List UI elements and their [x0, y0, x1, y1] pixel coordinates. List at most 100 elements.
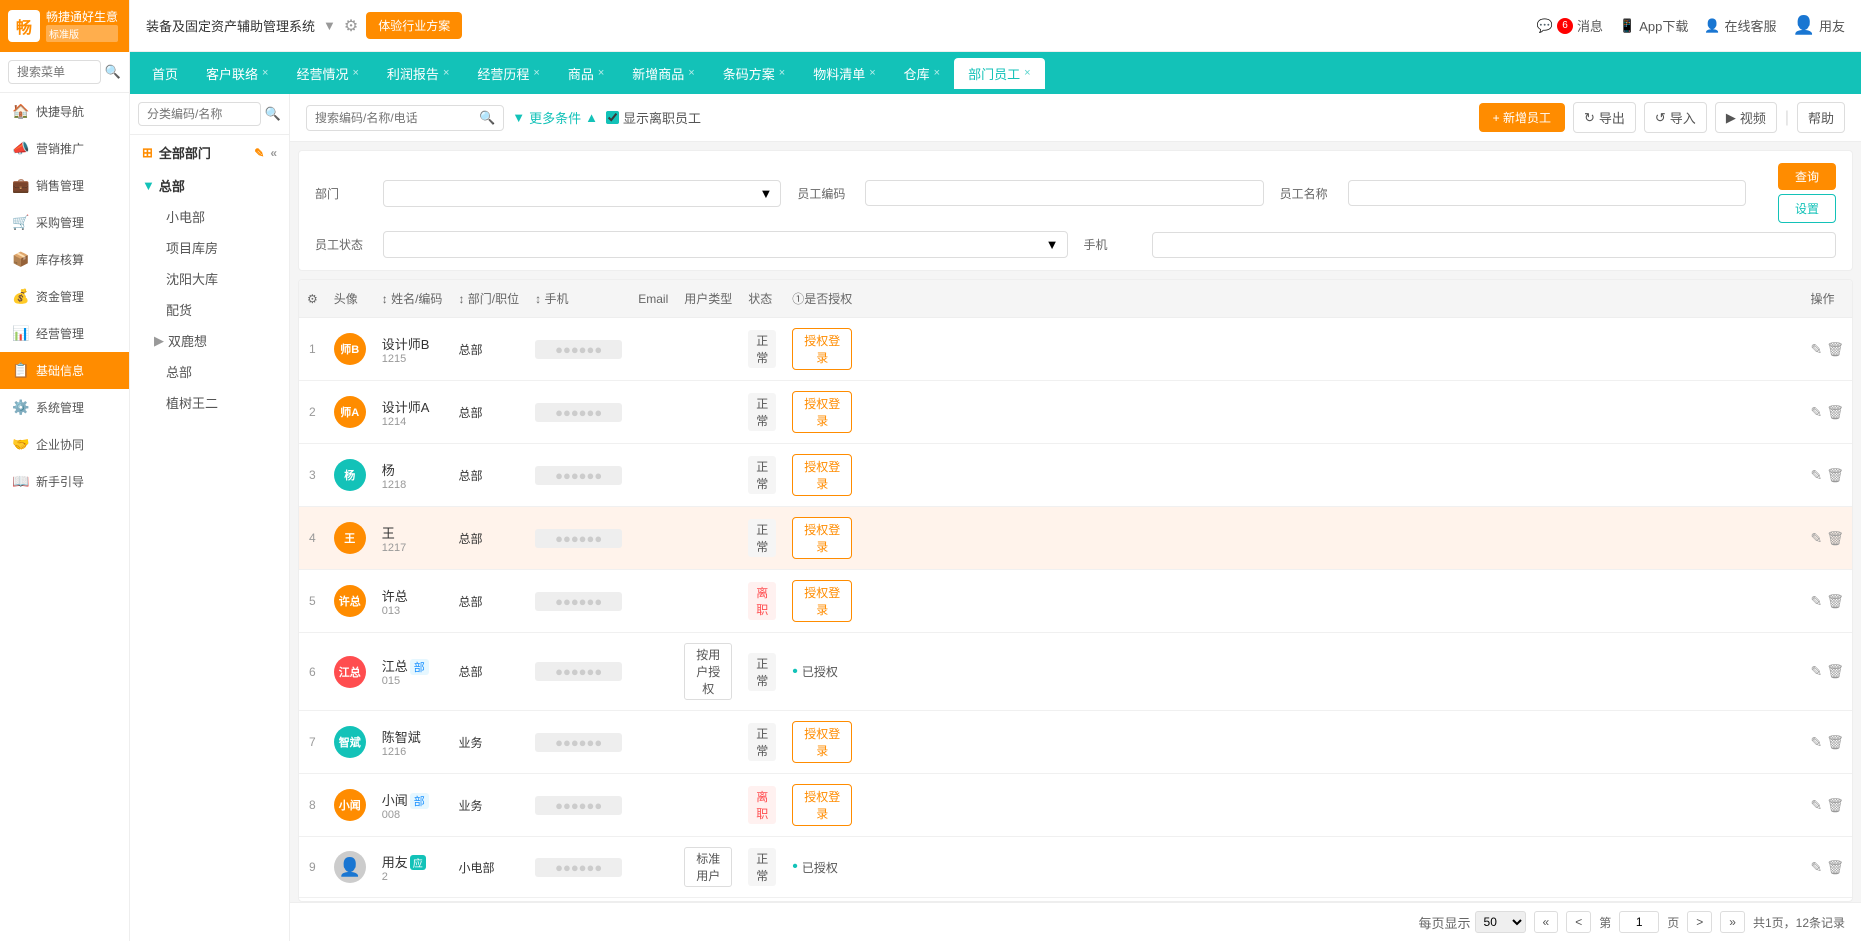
auth-btn[interactable]: 授权登录: [792, 721, 852, 763]
edit-btn[interactable]: ✎: [1810, 593, 1822, 610]
tab-barcode[interactable]: 条码方案×: [709, 58, 799, 89]
delete-btn[interactable]: 🗑: [1826, 734, 1844, 751]
close-icon[interactable]: ×: [688, 67, 694, 79]
tree-search-input[interactable]: [138, 102, 261, 126]
tab-department[interactable]: 部门员工×: [954, 58, 1044, 89]
sidebar-item-operations[interactable]: 📊 经营管理: [0, 315, 129, 352]
collapse-icon[interactable]: «: [270, 146, 277, 160]
sidebar-item-guide[interactable]: 📖 新手引导: [0, 463, 129, 500]
edit-btn[interactable]: ✎: [1810, 663, 1822, 680]
close-icon[interactable]: ×: [869, 67, 875, 79]
auth-btn[interactable]: 授权登录: [792, 784, 852, 826]
tree-node-parent[interactable]: ▼ 总部: [130, 170, 289, 201]
tree-node-project[interactable]: 项目库房: [130, 232, 289, 263]
video-btn[interactable]: ▶ 视频: [1715, 102, 1777, 133]
tab-customer[interactable]: 客户联络×: [192, 58, 282, 89]
edit-btn[interactable]: ✎: [1810, 530, 1822, 547]
auth-btn[interactable]: 授权登录: [792, 328, 852, 370]
export-btn[interactable]: ↻ 导出: [1573, 102, 1636, 133]
auth-btn[interactable]: 授权登录: [792, 517, 852, 559]
tree-node-xiaodibu[interactable]: 小电部: [130, 201, 289, 232]
delete-btn[interactable]: 🗑: [1826, 797, 1844, 814]
tree-search[interactable]: 🔍: [130, 94, 289, 135]
tree-node-peihuo[interactable]: 配货: [130, 294, 289, 325]
auth-btn[interactable]: 授权登录: [792, 454, 852, 496]
sidebar-search-input[interactable]: [8, 60, 101, 84]
col-phone[interactable]: ↕ 手机: [527, 280, 630, 318]
delete-btn[interactable]: 🗑: [1826, 530, 1844, 547]
tab-profit[interactable]: 利润报告×: [373, 58, 463, 89]
user-type-btn[interactable]: 按用户授权: [684, 643, 732, 700]
first-page-btn[interactable]: «: [1534, 911, 1559, 933]
sidebar-item-collab[interactable]: 🤝 企业协同: [0, 426, 129, 463]
close-icon[interactable]: ×: [598, 67, 604, 79]
phone-input[interactable]: [1152, 232, 1837, 258]
auth-btn[interactable]: 授权登录: [792, 391, 852, 433]
col-name[interactable]: ↕ 姓名/编码: [374, 280, 451, 318]
col-settings[interactable]: ⚙: [299, 280, 326, 318]
app-download-btn[interactable]: 📱 App下载: [1619, 16, 1688, 35]
online-service-btn[interactable]: 👤 在线客服: [1704, 16, 1776, 35]
col-dept[interactable]: ↕ 部门/职位: [450, 280, 527, 318]
delete-btn[interactable]: 🗑: [1826, 341, 1844, 358]
edit-icon[interactable]: ✎: [254, 146, 264, 160]
close-icon[interactable]: ×: [352, 67, 358, 79]
search-box[interactable]: 🔍: [306, 105, 504, 131]
dept-select[interactable]: ▼: [383, 180, 781, 207]
sidebar-item-purchase[interactable]: 🛒 采购管理: [0, 204, 129, 241]
tab-warehouse[interactable]: 仓库×: [890, 58, 954, 89]
sidebar-search[interactable]: 🔍: [0, 52, 129, 93]
close-icon[interactable]: ×: [1024, 67, 1030, 79]
tree-node-zhishu[interactable]: 植树王二: [130, 387, 289, 418]
dropdown-icon[interactable]: ▼: [323, 18, 336, 33]
tab-bom[interactable]: 物料清单×: [799, 58, 889, 89]
edit-btn[interactable]: ✎: [1810, 404, 1822, 421]
tab-goods[interactable]: 商品×: [554, 58, 618, 89]
tab-add-goods[interactable]: 新增商品×: [618, 58, 708, 89]
show-resigned-checkbox[interactable]: [606, 111, 619, 124]
add-employee-btn[interactable]: + 新增员工: [1479, 103, 1565, 132]
close-icon[interactable]: ×: [934, 67, 940, 79]
emp-name-input[interactable]: [1348, 180, 1746, 206]
sidebar-item-system[interactable]: ⚙️ 系统管理: [0, 389, 129, 426]
sidebar-item-sales[interactable]: 💼 销售管理: [0, 167, 129, 204]
tree-node-shenyang[interactable]: 沈阳大库: [130, 263, 289, 294]
trial-btn[interactable]: 体验行业方案: [366, 12, 462, 39]
settings-icon[interactable]: ⚙: [344, 16, 358, 36]
message-btn[interactable]: 💬 6 消息: [1537, 16, 1603, 35]
edit-btn[interactable]: ✎: [1810, 467, 1822, 484]
delete-btn[interactable]: 🗑: [1826, 663, 1844, 680]
close-icon[interactable]: ×: [779, 67, 785, 79]
per-page-select[interactable]: 50 20 100: [1475, 911, 1526, 933]
tree-node-zongbu[interactable]: 总部: [130, 356, 289, 387]
close-icon[interactable]: ×: [443, 67, 449, 79]
tab-operations[interactable]: 经营情况×: [282, 58, 372, 89]
sidebar-item-shortcuts[interactable]: 🏠 快捷导航: [0, 93, 129, 130]
delete-btn[interactable]: 🗑: [1826, 404, 1844, 421]
tab-home[interactable]: 首页: [138, 58, 192, 89]
edit-btn[interactable]: ✎: [1810, 797, 1822, 814]
edit-btn[interactable]: ✎: [1810, 734, 1822, 751]
sidebar-item-base-info[interactable]: 📋 基础信息: [0, 352, 129, 389]
auth-btn[interactable]: 授权登录: [792, 580, 852, 622]
close-icon[interactable]: ×: [533, 67, 539, 79]
sidebar-item-marketing[interactable]: 📣 营销推广: [0, 130, 129, 167]
delete-btn[interactable]: 🗑: [1826, 859, 1844, 876]
search-icon[interactable]: 🔍: [479, 110, 495, 126]
import-btn[interactable]: ↺ 导入: [1644, 102, 1707, 133]
page-input[interactable]: [1619, 911, 1659, 933]
emp-code-input[interactable]: [865, 180, 1263, 206]
emp-status-select[interactable]: ▼: [383, 231, 1068, 258]
next-page-btn[interactable]: >: [1687, 911, 1712, 933]
search-input[interactable]: [315, 111, 475, 125]
edit-btn[interactable]: ✎: [1810, 859, 1822, 876]
tree-node-shuanglu[interactable]: ▶ 双鹿想: [130, 325, 289, 356]
tab-history[interactable]: 经营历程×: [463, 58, 553, 89]
user-type-btn[interactable]: 标准用户: [684, 847, 732, 887]
settings-btn[interactable]: 设置: [1778, 194, 1836, 223]
close-icon[interactable]: ×: [262, 67, 268, 79]
prev-page-btn[interactable]: <: [1566, 911, 1591, 933]
delete-btn[interactable]: 🗑: [1826, 593, 1844, 610]
edit-btn[interactable]: ✎: [1810, 341, 1822, 358]
filter-toggle[interactable]: ▼ 更多条件 ▲: [512, 108, 598, 127]
